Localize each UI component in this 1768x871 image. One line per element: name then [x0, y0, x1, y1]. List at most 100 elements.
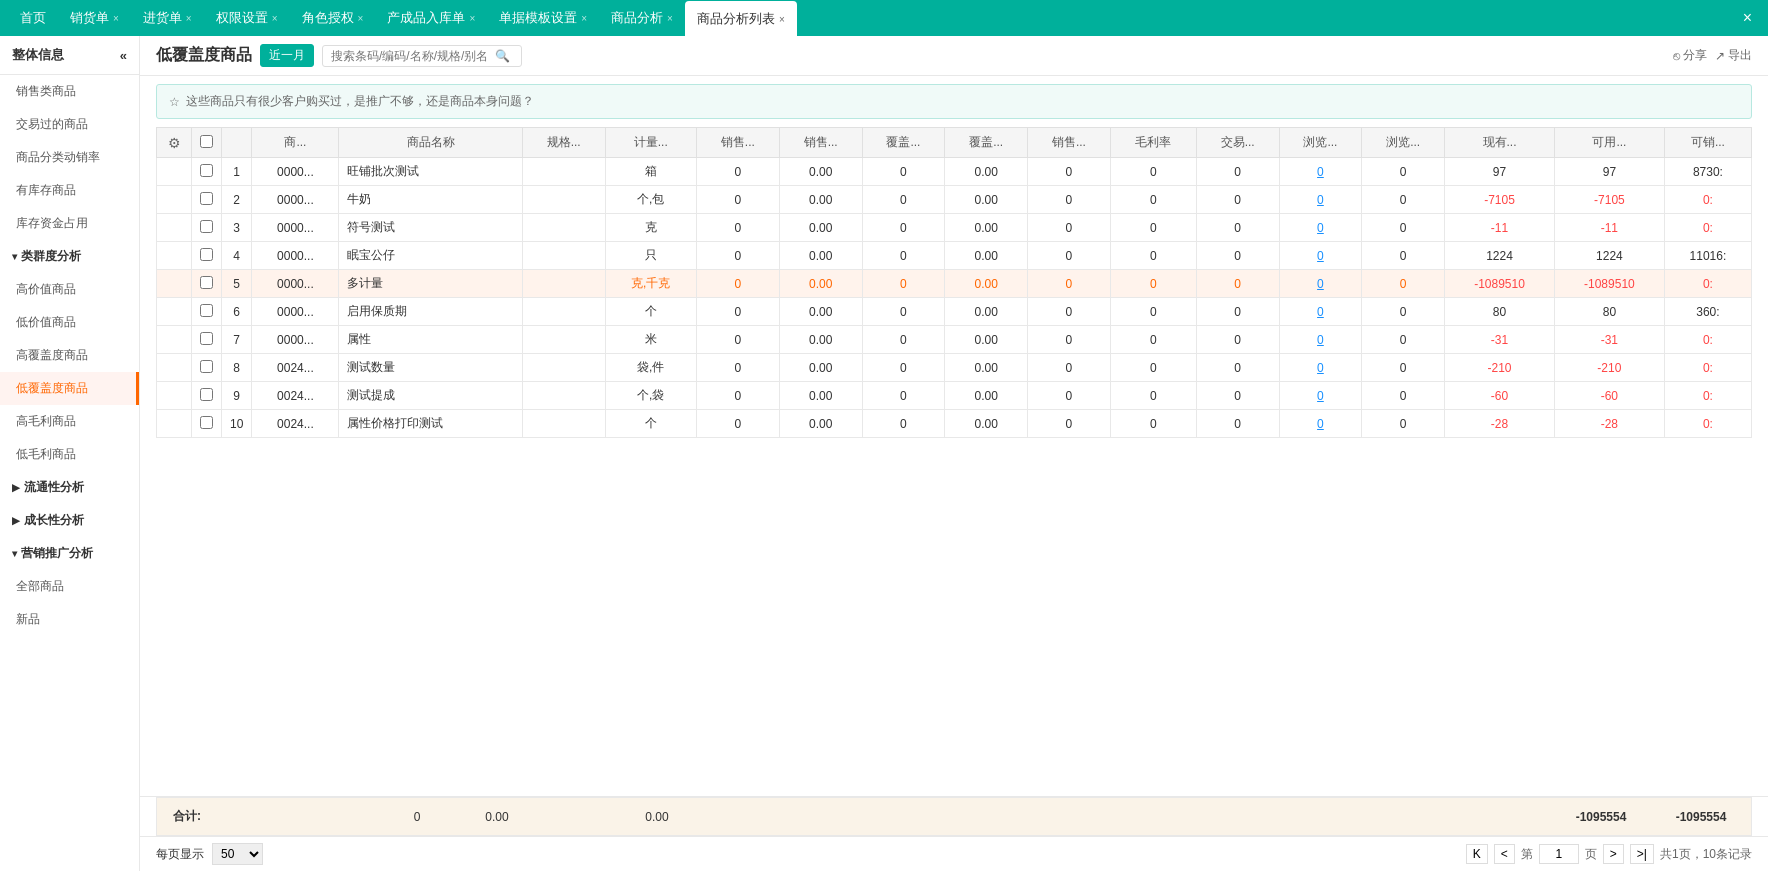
- th-browse1[interactable]: 浏览...: [1279, 128, 1362, 158]
- nav-close-sales[interactable]: ×: [113, 13, 119, 24]
- sidebar-collapse-icon[interactable]: «: [120, 48, 127, 63]
- cell-browse1[interactable]: 0: [1279, 158, 1362, 186]
- sidebar-group-growth[interactable]: ▶ 成长性分析: [0, 504, 139, 537]
- th-sales-amt[interactable]: 销售...: [779, 128, 862, 158]
- row-checkbox[interactable]: [200, 416, 213, 429]
- sidebar-item-sales-goods[interactable]: 销售类商品: [0, 75, 139, 108]
- row-checkbox[interactable]: [200, 360, 213, 373]
- sidebar-group-loyalty[interactable]: ▾ 类群度分析: [0, 240, 139, 273]
- th-unit[interactable]: 计量...: [605, 128, 696, 158]
- nav-item-role[interactable]: 角色授权 ×: [290, 0, 376, 36]
- browse1-link[interactable]: 0: [1317, 193, 1324, 207]
- th-gross[interactable]: 毛利率: [1110, 128, 1196, 158]
- nav-item-perm[interactable]: 权限设置 ×: [204, 0, 290, 36]
- sidebar-item-low-value[interactable]: 低价值商品: [0, 306, 139, 339]
- search-icon[interactable]: 🔍: [495, 49, 510, 63]
- nav-item-purchase[interactable]: 进货单 ×: [131, 0, 204, 36]
- row-checkbox[interactable]: [200, 220, 213, 233]
- sidebar-item-high-profit[interactable]: 高毛利商品: [0, 405, 139, 438]
- cell-browse1[interactable]: 0: [1279, 382, 1362, 410]
- th-saleable[interactable]: 可销...: [1664, 128, 1751, 158]
- nav-item-sales[interactable]: 销货单 ×: [58, 0, 131, 36]
- nav-close-role[interactable]: ×: [358, 13, 364, 24]
- sidebar-item-high-value[interactable]: 高价值商品: [0, 273, 139, 306]
- th-trans[interactable]: 交易...: [1196, 128, 1279, 158]
- cell-browse1[interactable]: 0: [1279, 270, 1362, 298]
- sidebar-header[interactable]: 整体信息 «: [0, 36, 139, 75]
- sidebar-item-category-rate[interactable]: 商品分类动销率: [0, 141, 139, 174]
- search-input[interactable]: [331, 49, 491, 63]
- row-checkbox[interactable]: [200, 248, 213, 261]
- th-sales-qty[interactable]: 销售...: [696, 128, 779, 158]
- row-checkbox[interactable]: [200, 276, 213, 289]
- nav-close-product[interactable]: ×: [469, 13, 475, 24]
- th-spec[interactable]: 规格...: [522, 128, 605, 158]
- nav-item-template[interactable]: 单据模板设置 ×: [487, 0, 599, 36]
- cell-checkbox[interactable]: [192, 382, 222, 410]
- share-btn[interactable]: ⎋ 分享: [1673, 47, 1707, 64]
- browse1-link[interactable]: 0: [1317, 389, 1324, 403]
- sidebar-item-stock-goods[interactable]: 有库存商品: [0, 174, 139, 207]
- sidebar-group-marketing[interactable]: ▾ 营销推广分析: [0, 537, 139, 570]
- cell-browse1[interactable]: 0: [1279, 354, 1362, 382]
- nav-close-all[interactable]: ×: [1735, 9, 1760, 27]
- date-filter-btn[interactable]: 近一月: [260, 44, 314, 67]
- cell-checkbox[interactable]: [192, 270, 222, 298]
- sidebar-item-new-goods[interactable]: 新品: [0, 603, 139, 636]
- cell-checkbox[interactable]: [192, 158, 222, 186]
- browse1-link[interactable]: 0: [1317, 165, 1324, 179]
- row-checkbox[interactable]: [200, 164, 213, 177]
- prev-page-btn[interactable]: <: [1494, 844, 1515, 864]
- cell-checkbox[interactable]: [192, 186, 222, 214]
- cell-browse1[interactable]: 0: [1279, 326, 1362, 354]
- th-browse2[interactable]: 浏览...: [1362, 128, 1445, 158]
- nav-item-analysis-list[interactable]: 商品分析列表 ×: [685, 1, 797, 37]
- th-cov1[interactable]: 覆盖...: [862, 128, 945, 158]
- browse1-link[interactable]: 0: [1317, 361, 1324, 375]
- sidebar-item-stock-capital[interactable]: 库存资金占用: [0, 207, 139, 240]
- per-page-select[interactable]: 50 100 200: [212, 843, 263, 865]
- row-checkbox[interactable]: [200, 388, 213, 401]
- cell-checkbox[interactable]: [192, 410, 222, 438]
- sidebar-item-all-goods[interactable]: 全部商品: [0, 570, 139, 603]
- th-name[interactable]: 商品名称: [339, 128, 522, 158]
- th-current[interactable]: 现有...: [1445, 128, 1555, 158]
- select-all-checkbox[interactable]: [200, 135, 213, 148]
- sidebar-group-flow[interactable]: ▶ 流通性分析: [0, 471, 139, 504]
- th-settings[interactable]: ⚙: [157, 128, 192, 158]
- row-checkbox[interactable]: [200, 192, 213, 205]
- browse1-link[interactable]: 0: [1317, 333, 1324, 347]
- cell-browse1[interactable]: 0: [1279, 242, 1362, 270]
- row-checkbox[interactable]: [200, 332, 213, 345]
- browse1-link[interactable]: 0: [1317, 221, 1324, 235]
- th-code[interactable]: 商...: [252, 128, 339, 158]
- row-checkbox[interactable]: [200, 304, 213, 317]
- nav-item-product[interactable]: 产成品入库单 ×: [375, 0, 487, 36]
- first-page-btn[interactable]: K: [1466, 844, 1488, 864]
- th-checkbox[interactable]: [192, 128, 222, 158]
- th-available[interactable]: 可用...: [1554, 128, 1664, 158]
- sidebar-item-low-coverage[interactable]: 低覆盖度商品: [0, 372, 139, 405]
- cell-checkbox[interactable]: [192, 326, 222, 354]
- nav-item-home[interactable]: 首页: [8, 0, 58, 36]
- nav-close-perm[interactable]: ×: [272, 13, 278, 24]
- cell-checkbox[interactable]: [192, 214, 222, 242]
- export-btn[interactable]: ↗ 导出: [1715, 47, 1752, 64]
- cell-checkbox[interactable]: [192, 298, 222, 326]
- browse1-link[interactable]: 0: [1317, 249, 1324, 263]
- cell-checkbox[interactable]: [192, 242, 222, 270]
- nav-close-template[interactable]: ×: [581, 13, 587, 24]
- sidebar-item-traded-goods[interactable]: 交易过的商品: [0, 108, 139, 141]
- next-page-btn[interactable]: >: [1603, 844, 1624, 864]
- nav-close-analysis-list[interactable]: ×: [779, 14, 785, 25]
- cell-browse1[interactable]: 0: [1279, 186, 1362, 214]
- cell-browse1[interactable]: 0: [1279, 298, 1362, 326]
- nav-close-purchase[interactable]: ×: [186, 13, 192, 24]
- cell-browse1[interactable]: 0: [1279, 410, 1362, 438]
- last-page-btn[interactable]: >|: [1630, 844, 1654, 864]
- browse1-link[interactable]: 0: [1317, 305, 1324, 319]
- nav-item-analysis[interactable]: 商品分析 ×: [599, 0, 685, 36]
- sidebar-item-high-coverage[interactable]: 高覆盖度商品: [0, 339, 139, 372]
- th-cov2[interactable]: 覆盖...: [945, 128, 1028, 158]
- nav-close-analysis[interactable]: ×: [667, 13, 673, 24]
